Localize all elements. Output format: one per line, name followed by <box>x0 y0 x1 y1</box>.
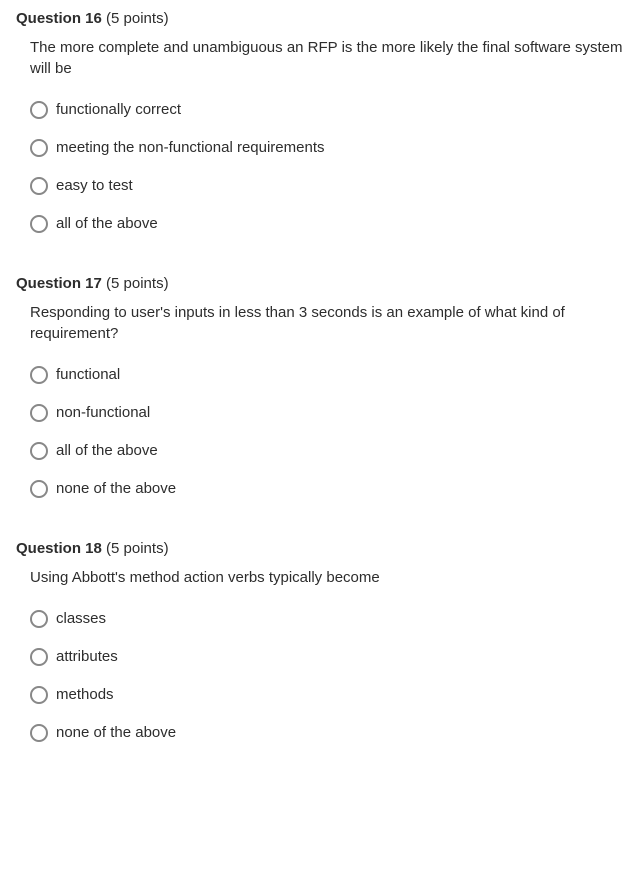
option-label: non-functional <box>56 404 150 422</box>
option-row[interactable]: none of the above <box>30 480 623 498</box>
option-label: all of the above <box>56 215 158 233</box>
radio-icon[interactable] <box>30 480 48 498</box>
radio-icon[interactable] <box>30 366 48 384</box>
radio-icon[interactable] <box>30 724 48 742</box>
question-points: (5 points) <box>106 10 169 27</box>
radio-icon[interactable] <box>30 610 48 628</box>
question-header: Question 18 (5 points) <box>16 540 623 557</box>
question-prompt: Responding to user's inputs in less than… <box>16 302 623 344</box>
question-prompt: Using Abbott's method action verbs typic… <box>16 567 623 588</box>
option-row[interactable]: meeting the non-functional requirements <box>30 139 623 157</box>
option-label: meeting the non-functional requirements <box>56 139 325 157</box>
option-label: functional <box>56 366 120 384</box>
option-label: functionally correct <box>56 101 181 119</box>
option-label: classes <box>56 610 106 628</box>
radio-icon[interactable] <box>30 177 48 195</box>
option-row[interactable]: all of the above <box>30 215 623 233</box>
question-number: Question 18 <box>16 540 102 557</box>
option-row[interactable]: functional <box>30 366 623 384</box>
question-points: (5 points) <box>106 275 169 292</box>
option-row[interactable]: none of the above <box>30 724 623 742</box>
option-label: methods <box>56 686 114 704</box>
option-row[interactable]: classes <box>30 610 623 628</box>
question-17: Question 17 (5 points) Responding to use… <box>16 275 623 498</box>
question-prompt: The more complete and unambiguous an RFP… <box>16 37 623 79</box>
option-row[interactable]: easy to test <box>30 177 623 195</box>
question-points: (5 points) <box>106 540 169 557</box>
radio-icon[interactable] <box>30 139 48 157</box>
radio-icon[interactable] <box>30 442 48 460</box>
radio-icon[interactable] <box>30 648 48 666</box>
option-label: attributes <box>56 648 118 666</box>
radio-icon[interactable] <box>30 686 48 704</box>
options-list: functionally correct meeting the non-fun… <box>16 101 623 233</box>
question-header: Question 17 (5 points) <box>16 275 623 292</box>
options-list: functional non-functional all of the abo… <box>16 366 623 498</box>
options-list: classes attributes methods none of the a… <box>16 610 623 742</box>
option-label: easy to test <box>56 177 133 195</box>
question-16: Question 16 (5 points) The more complete… <box>16 10 623 233</box>
question-18: Question 18 (5 points) Using Abbott's me… <box>16 540 623 742</box>
option-label: none of the above <box>56 724 176 742</box>
option-row[interactable]: all of the above <box>30 442 623 460</box>
question-number: Question 17 <box>16 275 102 292</box>
question-number: Question 16 <box>16 10 102 27</box>
radio-icon[interactable] <box>30 101 48 119</box>
question-header: Question 16 (5 points) <box>16 10 623 27</box>
option-label: all of the above <box>56 442 158 460</box>
option-label: none of the above <box>56 480 176 498</box>
radio-icon[interactable] <box>30 215 48 233</box>
option-row[interactable]: non-functional <box>30 404 623 422</box>
option-row[interactable]: functionally correct <box>30 101 623 119</box>
option-row[interactable]: methods <box>30 686 623 704</box>
option-row[interactable]: attributes <box>30 648 623 666</box>
questions-container: Question 16 (5 points) The more complete… <box>16 10 623 742</box>
radio-icon[interactable] <box>30 404 48 422</box>
